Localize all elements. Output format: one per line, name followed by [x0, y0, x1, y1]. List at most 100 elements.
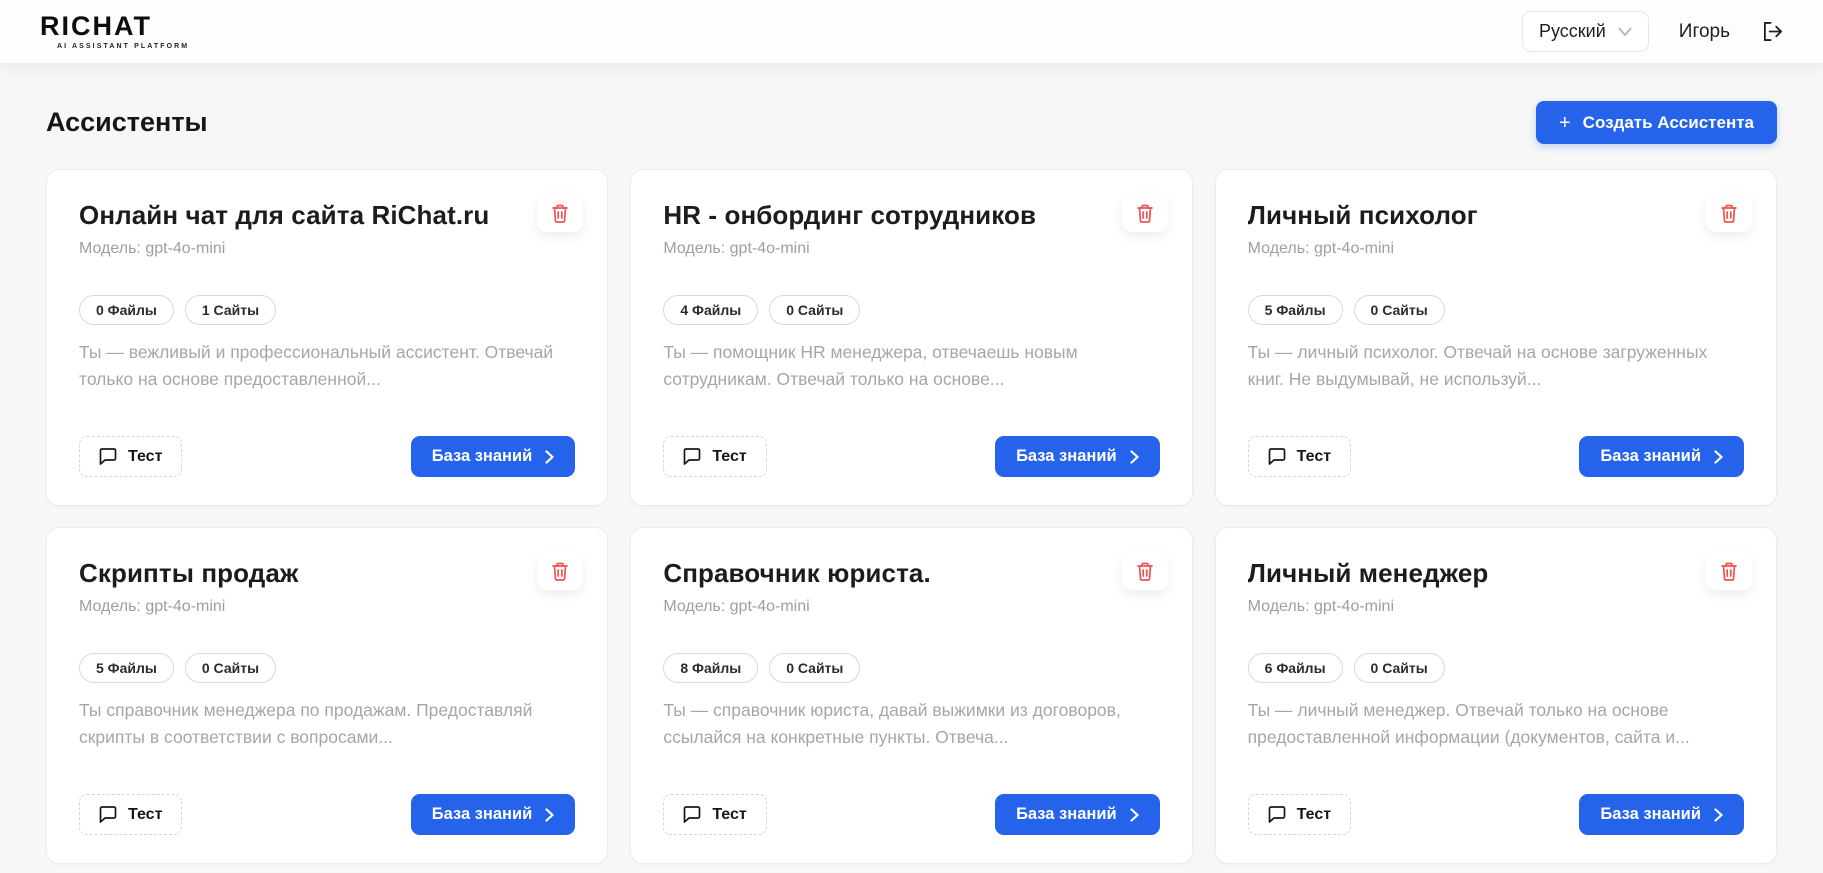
badges-row: 6 Файлы 0 Сайты — [1247, 653, 1744, 683]
create-assistant-label: Создать Ассистента — [1582, 112, 1754, 132]
assistant-model: Модель: gpt-4o-mini — [79, 240, 226, 257]
language-selected-value: Русский — [1539, 21, 1606, 41]
trash-icon — [1721, 204, 1737, 223]
chevron-down-icon — [1618, 27, 1632, 36]
knowledge-base-label: База знаний — [431, 447, 533, 465]
badges-row: 4 Файлы 0 Сайты — [663, 295, 1159, 325]
assistant-title: Справочник юриста. — [663, 558, 931, 588]
badges-row: 0 Файлы 1 Сайты — [79, 295, 575, 325]
sites-badge: 0 Сайты — [1353, 295, 1445, 325]
test-button-label: Тест — [1296, 447, 1332, 465]
assistant-description: Ты — личный менеджер. Отвечай только на … — [1247, 700, 1690, 747]
knowledge-base-button[interactable]: База знаний — [410, 794, 576, 835]
knowledge-base-label: База знаний — [1600, 805, 1701, 823]
delete-assistant-button[interactable] — [1705, 194, 1752, 232]
test-button[interactable]: Тест — [79, 436, 183, 477]
badges-row: 5 Файлы 0 Сайты — [1247, 295, 1744, 325]
test-button-label: Тест — [712, 805, 747, 823]
assistant-card: Онлайн чат для сайта RiChat.ru Модель: g… — [46, 169, 609, 506]
knowledge-base-button[interactable]: База знаний — [1579, 436, 1744, 477]
test-button[interactable]: Тест — [79, 794, 183, 835]
files-badge: 0 Файлы — [79, 295, 174, 325]
assistant-description: Ты — личный психолог. Отвечай на основе … — [1247, 342, 1708, 389]
delete-assistant-button[interactable] — [537, 194, 584, 232]
files-badge: 8 Файлы — [663, 653, 759, 683]
badges-row: 8 Файлы 0 Сайты — [663, 653, 1159, 683]
trash-icon — [552, 562, 569, 581]
create-assistant-button[interactable]: + Создать Ассистента — [1535, 101, 1777, 144]
chat-bubble-icon — [99, 448, 117, 465]
knowledge-base-label: База знаний — [1016, 805, 1117, 823]
language-selector[interactable]: Русский — [1522, 11, 1649, 52]
test-button[interactable]: Тест — [1247, 794, 1352, 835]
chevron-right-icon — [1130, 807, 1139, 822]
delete-assistant-button[interactable] — [1121, 552, 1168, 590]
card-footer: Тест База знаний — [663, 794, 1160, 835]
assistant-title: Онлайн чат для сайта RiChat.ru — [79, 200, 490, 230]
assistant-model: Модель: gpt-4o-mini — [1247, 240, 1395, 257]
test-button[interactable]: Тест — [663, 436, 767, 477]
trash-icon — [1721, 562, 1737, 581]
assistant-model: Модель: gpt-4o-mini — [79, 598, 226, 615]
delete-assistant-button[interactable] — [1705, 552, 1752, 590]
chat-bubble-icon — [683, 806, 701, 823]
assistant-card: Скрипты продаж Модель: gpt-4o-mini 5 Фай… — [46, 527, 609, 864]
assistant-title: Личный психолог — [1247, 200, 1478, 230]
trash-icon — [1136, 204, 1153, 223]
trash-icon — [552, 204, 569, 223]
logo-title: RICHAT — [40, 11, 152, 41]
card-footer: Тест База знаний — [79, 436, 576, 477]
plus-icon: + — [1558, 111, 1571, 134]
files-badge: 5 Файлы — [79, 653, 174, 683]
knowledge-base-button[interactable]: База знаний — [995, 436, 1160, 477]
assistant-description: Ты — вежливый и профессиональный ассисте… — [79, 342, 554, 389]
delete-assistant-button[interactable] — [537, 552, 584, 590]
logo-subtitle: AI ASSISTANT PLATFORM — [57, 43, 190, 50]
chevron-right-icon — [1130, 449, 1139, 464]
assistant-model: Модель: gpt-4o-mini — [1247, 598, 1395, 615]
knowledge-base-button[interactable]: База знаний — [1579, 794, 1744, 835]
assistant-model: Модель: gpt-4o-mini — [663, 240, 810, 257]
assistant-card: Справочник юриста. Модель: gpt-4o-mini 8… — [630, 527, 1193, 864]
header-right: Русский Игорь — [1522, 11, 1785, 52]
knowledge-base-button[interactable]: База знаний — [410, 436, 576, 477]
assistant-card: Личный психолог Модель: gpt-4o-mini 5 Фа… — [1214, 169, 1777, 506]
assistant-model: Модель: gpt-4o-mini — [663, 598, 810, 615]
chevron-right-icon — [545, 449, 554, 464]
card-footer: Тест База знаний — [1247, 794, 1744, 835]
logout-button[interactable] — [1760, 19, 1785, 44]
card-footer: Тест База знаний — [663, 436, 1160, 477]
assistant-description: Ты — справочник юриста, давай выжимки из… — [663, 700, 1121, 747]
test-button[interactable]: Тест — [663, 794, 767, 835]
assistant-description: Ты — помощник HR менеджера, отвечаешь но… — [663, 342, 1078, 389]
app-logo[interactable]: RICHAT AI ASSISTANT PLATFORM — [40, 11, 190, 51]
test-button[interactable]: Тест — [1247, 436, 1352, 477]
knowledge-base-label: База знаний — [1600, 447, 1701, 465]
trash-icon — [1136, 562, 1153, 581]
page-head: Ассистенты + Создать Ассистента — [46, 101, 1777, 144]
chat-bubble-icon — [683, 448, 701, 465]
files-badge: 5 Файлы — [1247, 295, 1343, 325]
knowledge-base-button[interactable]: База знаний — [995, 794, 1160, 835]
sites-badge: 0 Сайты — [769, 295, 861, 325]
chevron-right-icon — [1714, 449, 1723, 464]
assistant-description: Ты справочник менеджера по продажам. Пре… — [79, 700, 533, 747]
assistant-title: Скрипты продаж — [79, 558, 299, 588]
page-title: Ассистенты — [46, 107, 208, 137]
sites-badge: 1 Сайты — [184, 295, 277, 325]
username-label: Игорь — [1678, 20, 1730, 42]
assistant-card: HR - онбординг сотрудников Модель: gpt-4… — [630, 169, 1193, 506]
assistant-title: Личный менеджер — [1247, 558, 1489, 588]
sites-badge: 0 Сайты — [769, 653, 861, 683]
knowledge-base-label: База знаний — [1016, 447, 1117, 465]
logout-icon — [1763, 22, 1782, 41]
test-button-label: Тест — [128, 805, 163, 823]
delete-assistant-button[interactable] — [1121, 194, 1168, 232]
files-badge: 4 Файлы — [663, 295, 759, 325]
assistant-card: Личный менеджер Модель: gpt-4o-mini 6 Фа… — [1214, 527, 1777, 864]
chevron-right-icon — [545, 807, 554, 822]
files-badge: 6 Файлы — [1247, 653, 1343, 683]
card-footer: Тест База знаний — [1247, 436, 1744, 477]
badges-row: 5 Файлы 0 Сайты — [79, 653, 575, 683]
chat-bubble-icon — [1268, 806, 1286, 823]
